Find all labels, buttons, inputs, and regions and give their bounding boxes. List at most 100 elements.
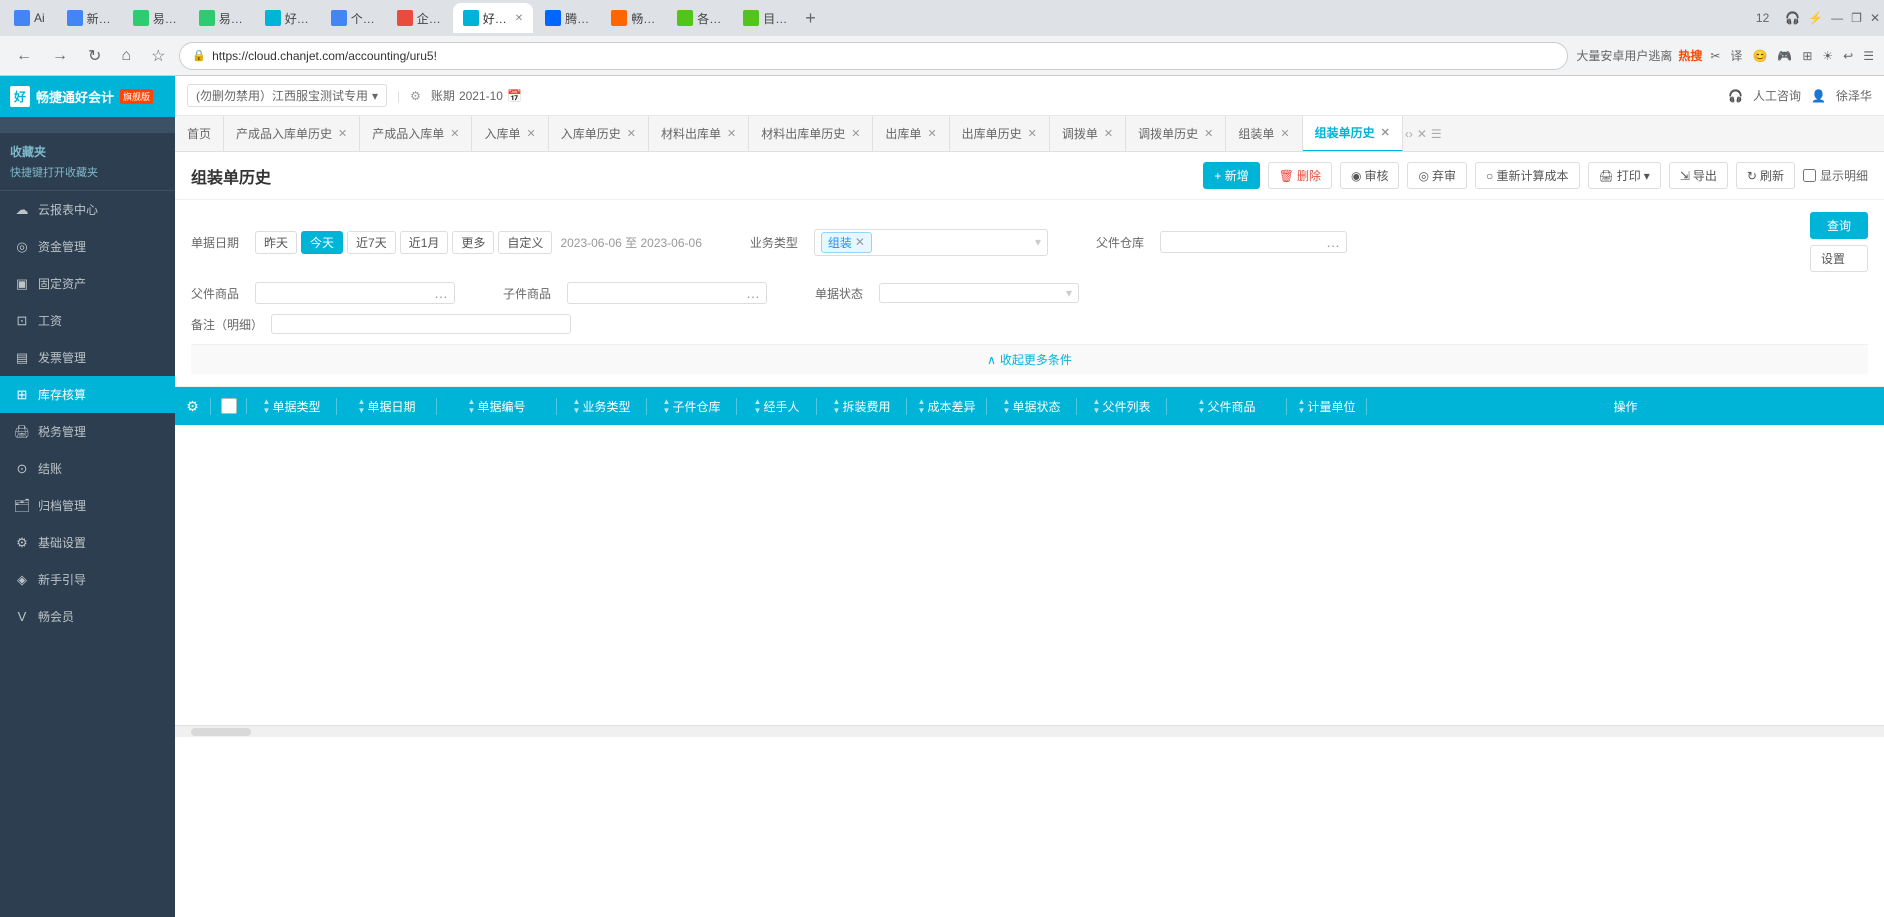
th-unit[interactable]: ▲▼ 计量单位: [1287, 398, 1367, 415]
ellipsis-icon[interactable]: …: [746, 285, 760, 301]
th-bill-date[interactable]: ▲▼ 单据日期: [337, 398, 437, 415]
browser-tab-7[interactable]: 好… ✕: [453, 3, 533, 33]
date-btn-more[interactable]: 更多: [452, 231, 494, 254]
tab-produce-in-history[interactable]: 产成品入库单历史 ✕: [224, 116, 360, 152]
sidebar-item-archive[interactable]: 🗂 归档管理: [0, 487, 175, 524]
sidebar-item-invoice[interactable]: ▤ 发票管理: [0, 339, 175, 376]
browser-tab-9[interactable]: 畅…: [601, 3, 665, 33]
new-tab-button[interactable]: +: [799, 8, 822, 29]
remark-input-field[interactable]: [278, 317, 564, 331]
browser-tab-8[interactable]: 腾…: [535, 3, 599, 33]
add-button[interactable]: + 新增: [1203, 162, 1259, 189]
th-bill-status[interactable]: ▲▼ 单据状态: [987, 398, 1077, 415]
sidebar-item-tax[interactable]: 🖨 税务管理: [0, 413, 175, 450]
th-bill-no[interactable]: ▲▼ 单据编号: [437, 398, 557, 415]
date-btn-custom[interactable]: 自定义: [498, 231, 552, 254]
print-button[interactable]: 🖨 打印 ▾: [1588, 162, 1661, 189]
sidebar-item-checkout[interactable]: ⊙ 结账: [0, 450, 175, 487]
tab-close-icon[interactable]: ✕: [1204, 127, 1213, 140]
biz-type-tag[interactable]: 组装 ✕: [821, 232, 872, 253]
parent-goods-input[interactable]: …: [255, 282, 455, 304]
tab-out-bill-history[interactable]: 出库单历史 ✕: [950, 116, 1050, 152]
bookmark-button[interactable]: ☆: [145, 44, 171, 68]
forward-button[interactable]: →: [46, 45, 74, 67]
tag-close-icon[interactable]: ✕: [855, 235, 865, 249]
browser-tab-10[interactable]: 各…: [667, 3, 731, 33]
bill-status-input[interactable]: ▾: [879, 283, 1079, 303]
tab-close-icon[interactable]: ✕: [450, 127, 459, 140]
tab-nav-right-icon[interactable]: ›: [1409, 127, 1413, 141]
show-detail-checkbox[interactable]: [1803, 169, 1816, 182]
th-biz-type[interactable]: ▲▼ 业务类型: [557, 398, 647, 415]
browser-tab-2[interactable]: 易…: [123, 3, 187, 33]
th-sub-warehouse[interactable]: ▲▼ 子件仓库: [647, 398, 737, 415]
tab-close-icon[interactable]: ✕: [515, 13, 523, 24]
th-parent-list[interactable]: ▲▼ 父件列表: [1077, 398, 1167, 415]
settings-gear-icon[interactable]: ⚙: [410, 89, 421, 103]
export-button[interactable]: ⇲ 导出: [1669, 162, 1728, 189]
tab-close-all-icon[interactable]: ✕: [1417, 127, 1427, 141]
show-detail-checkbox-group[interactable]: 显示明细: [1803, 167, 1868, 184]
tab-material-out-history[interactable]: 材料出库单历史 ✕: [749, 116, 873, 152]
sidebar-item-salary[interactable]: ⊡ 工资: [0, 302, 175, 339]
sidebar-item-inventory[interactable]: ⊞ 库存核算: [0, 376, 175, 413]
browser-tab-ai[interactable]: Ai: [4, 3, 55, 33]
tab-transfer[interactable]: 调拨单 ✕: [1050, 116, 1126, 152]
favorites-sub[interactable]: 快捷键打开收藏夹: [10, 164, 165, 180]
date-btn-1month[interactable]: 近1月: [400, 231, 449, 254]
tab-assembly[interactable]: 组装单 ✕: [1226, 116, 1302, 152]
browser-tab-3[interactable]: 易…: [189, 3, 253, 33]
period-selector[interactable]: 账期 2021-10 📅: [431, 87, 522, 104]
audit-button[interactable]: ◉ 审核: [1340, 162, 1400, 189]
parent-warehouse-input-field[interactable]: [1167, 235, 1322, 249]
tab-transfer-history[interactable]: 调拨单历史 ✕: [1126, 116, 1226, 152]
tab-material-out[interactable]: 材料出库单 ✕: [649, 116, 749, 152]
refresh-button[interactable]: ↻ 刷新: [1736, 162, 1795, 189]
bill-status-input-field[interactable]: [886, 286, 1062, 300]
sidebar-item-reports[interactable]: ☁ 云报表中心: [0, 191, 175, 228]
service-label[interactable]: 人工咨询: [1753, 87, 1801, 104]
settings-icon[interactable]: ⚙: [186, 398, 199, 415]
back-button[interactable]: ←: [10, 45, 38, 67]
tab-assembly-history[interactable]: 组装单历史 ✕: [1303, 116, 1403, 152]
collapse-bar[interactable]: ∧ 收起更多条件: [191, 344, 1868, 374]
browser-tab-6[interactable]: 企…: [387, 3, 451, 33]
sidebar-favorites[interactable]: 收藏夹 快捷键打开收藏夹: [0, 133, 175, 191]
recalculate-button[interactable]: ○ 重新计算成本: [1475, 162, 1580, 189]
child-goods-input[interactable]: …: [567, 282, 767, 304]
tab-close-icon[interactable]: ✕: [851, 127, 860, 140]
browser-tab-5[interactable]: 个…: [321, 3, 385, 33]
date-btn-7days[interactable]: 近7天: [347, 231, 396, 254]
settings-action-button[interactable]: 设置: [1810, 245, 1868, 272]
th-cost-diff[interactable]: ▲▼ 成本差异: [907, 398, 987, 415]
date-btn-today[interactable]: 今天: [301, 231, 343, 254]
tab-home[interactable]: 首页: [175, 116, 224, 152]
th-handler[interactable]: ▲▼ 经手人: [737, 398, 817, 415]
tab-produce-in[interactable]: 产成品入库单 ✕: [360, 116, 472, 152]
reload-button[interactable]: ↻: [82, 44, 107, 68]
tab-close-icon[interactable]: ✕: [627, 127, 636, 140]
sidebar-item-membership[interactable]: V 畅会员: [0, 598, 175, 635]
tab-close-icon[interactable]: ✕: [527, 127, 536, 140]
th-disassembly-fee[interactable]: ▲▼ 拆装费用: [817, 398, 907, 415]
sidebar-item-settings[interactable]: ⚙ 基础设置: [0, 524, 175, 561]
tab-in-bill[interactable]: 入库单 ✕: [472, 116, 548, 152]
date-btn-yesterday[interactable]: 昨天: [255, 231, 297, 254]
tab-close-icon[interactable]: ✕: [1280, 127, 1289, 140]
parent-warehouse-input[interactable]: …: [1160, 231, 1347, 253]
tab-close-icon[interactable]: ✕: [727, 127, 736, 140]
url-bar[interactable]: 🔒 https://cloud.chanjet.com/accounting/u…: [179, 42, 1568, 70]
ellipsis-icon[interactable]: …: [434, 285, 448, 301]
tab-close-icon[interactable]: ✕: [338, 127, 347, 140]
remark-input[interactable]: [271, 314, 571, 334]
browser-tab-1[interactable]: 新…: [57, 3, 121, 33]
home-button[interactable]: ⌂: [115, 45, 137, 67]
th-settings[interactable]: ⚙: [175, 398, 211, 415]
company-selector[interactable]: (勿删勿禁用）江西服宝测试专用 ▾: [187, 84, 387, 107]
query-button[interactable]: 查询: [1810, 212, 1868, 239]
horizontal-scrollbar[interactable]: [175, 725, 1884, 737]
tab-close-icon[interactable]: ✕: [1104, 127, 1113, 140]
tab-out-bill[interactable]: 出库单 ✕: [873, 116, 949, 152]
th-checkbox[interactable]: [211, 398, 247, 414]
parent-goods-input-field[interactable]: [262, 286, 430, 300]
